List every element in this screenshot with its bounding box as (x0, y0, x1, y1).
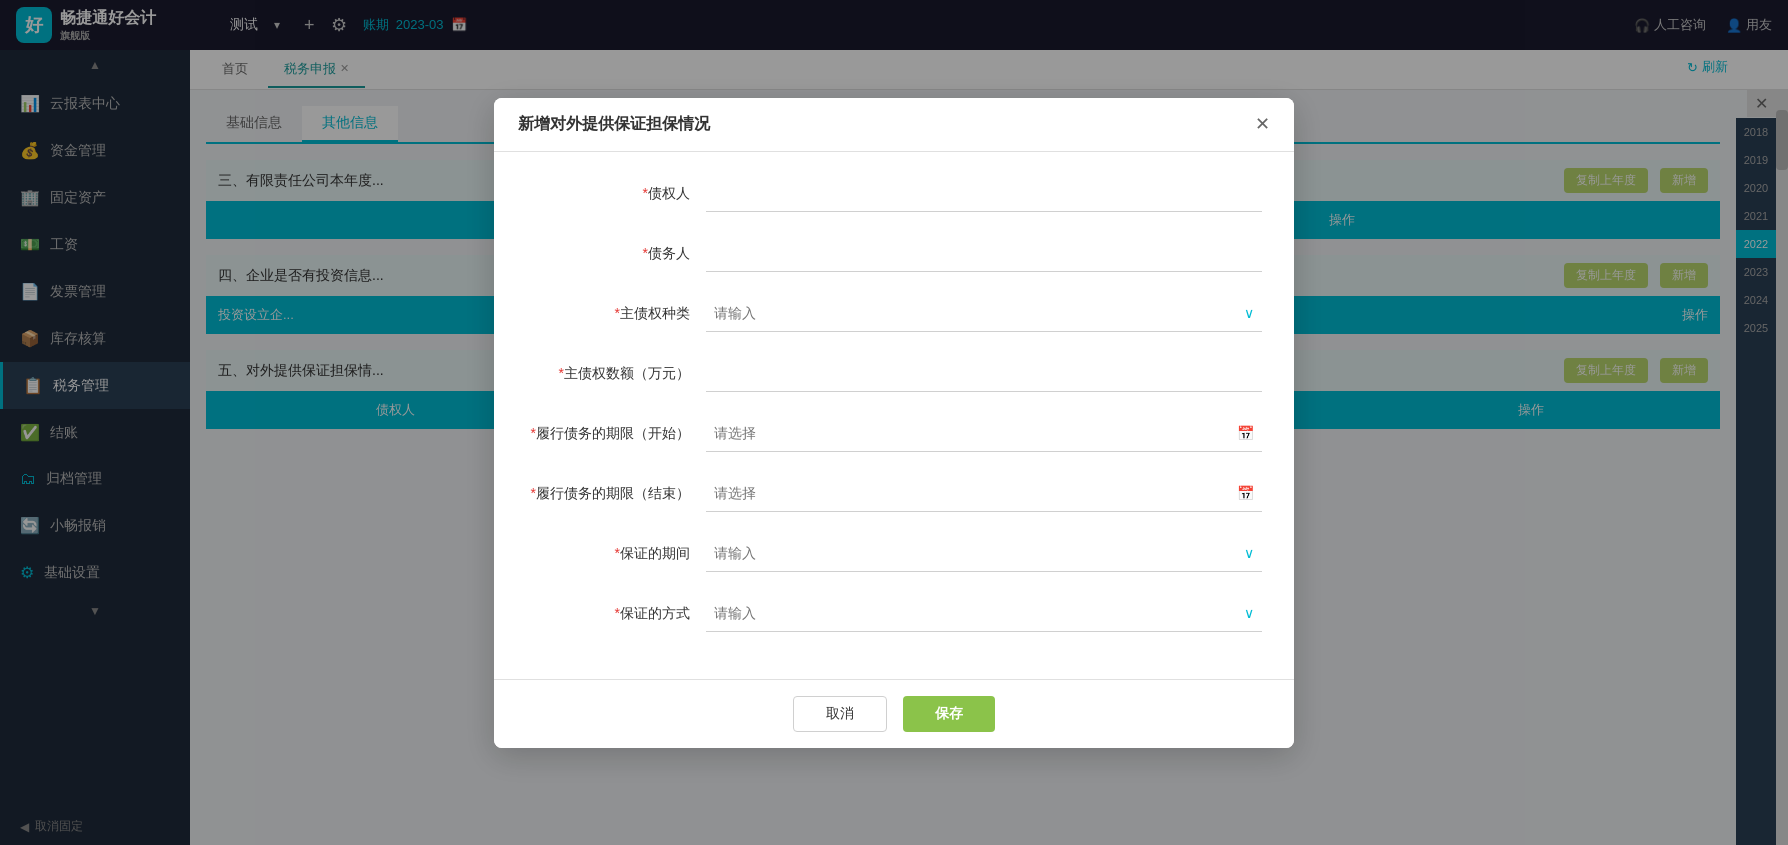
label-guarantee-method: *保证的方式 (526, 605, 706, 623)
input-guarantee-method[interactable] (706, 605, 1244, 621)
select-guarantee-method[interactable]: ∨ (706, 596, 1262, 632)
form-row-guarantee-period: *保证的期间 ∨ (526, 536, 1262, 572)
label-claim-type: *主债权种类 (526, 305, 706, 323)
modal-title: 新增对外提供保证担保情况 (518, 114, 710, 135)
input-claim-amount[interactable] (706, 356, 1262, 392)
select-claim-type[interactable]: ∨ (706, 296, 1262, 332)
form-row-claim-type: *主债权种类 ∨ (526, 296, 1262, 332)
label-obligation-end: *履行债务的期限（结束） (526, 485, 706, 503)
input-claim-type[interactable] (706, 305, 1244, 321)
label-obligation-start: *履行债务的期限（开始） (526, 425, 706, 443)
label-creditor: *债权人 (526, 185, 706, 203)
datepicker-obligation-end[interactable]: 📅 (706, 476, 1262, 512)
datepicker-obligation-start[interactable]: 📅 (706, 416, 1262, 452)
form-row-guarantee-method: *保证的方式 ∨ (526, 596, 1262, 632)
cancel-button[interactable]: 取消 (793, 696, 887, 732)
save-button[interactable]: 保存 (903, 696, 995, 732)
input-obligation-start[interactable] (706, 425, 1237, 441)
modal-footer: 取消 保存 (494, 679, 1294, 748)
label-guarantee-period: *保证的期间 (526, 545, 706, 563)
chevron-down-icon: ∨ (1244, 305, 1262, 321)
form-row-claim-amount: *主债权数额（万元） (526, 356, 1262, 392)
select-guarantee-period[interactable]: ∨ (706, 536, 1262, 572)
modal: 新增对外提供保证担保情况 ✕ *债权人 *债务人 * (494, 98, 1294, 748)
form-row-creditor: *债权人 (526, 176, 1262, 212)
chevron-down-period-icon: ∨ (1244, 545, 1262, 561)
label-debtor: *债务人 (526, 245, 706, 263)
label-claim-amount: *主债权数额（万元） (526, 365, 706, 383)
calendar-end-icon: 📅 (1237, 485, 1262, 501)
calendar-start-icon: 📅 (1237, 425, 1262, 441)
chevron-down-method-icon: ∨ (1244, 605, 1262, 621)
input-debtor[interactable] (706, 236, 1262, 272)
modal-body: *债权人 *债务人 *主债权种类 ∨ (494, 152, 1294, 679)
input-guarantee-period[interactable] (706, 545, 1244, 561)
input-obligation-end[interactable] (706, 485, 1237, 501)
form-row-obligation-start: *履行债务的期限（开始） 📅 (526, 416, 1262, 452)
input-creditor[interactable] (706, 176, 1262, 212)
form-row-debtor: *债务人 (526, 236, 1262, 272)
modal-header: 新增对外提供保证担保情况 ✕ (494, 98, 1294, 152)
modal-overlay: 新增对外提供保证担保情况 ✕ *债权人 *债务人 * (0, 0, 1788, 845)
modal-close-button[interactable]: ✕ (1255, 115, 1270, 133)
form-row-obligation-end: *履行债务的期限（结束） 📅 (526, 476, 1262, 512)
